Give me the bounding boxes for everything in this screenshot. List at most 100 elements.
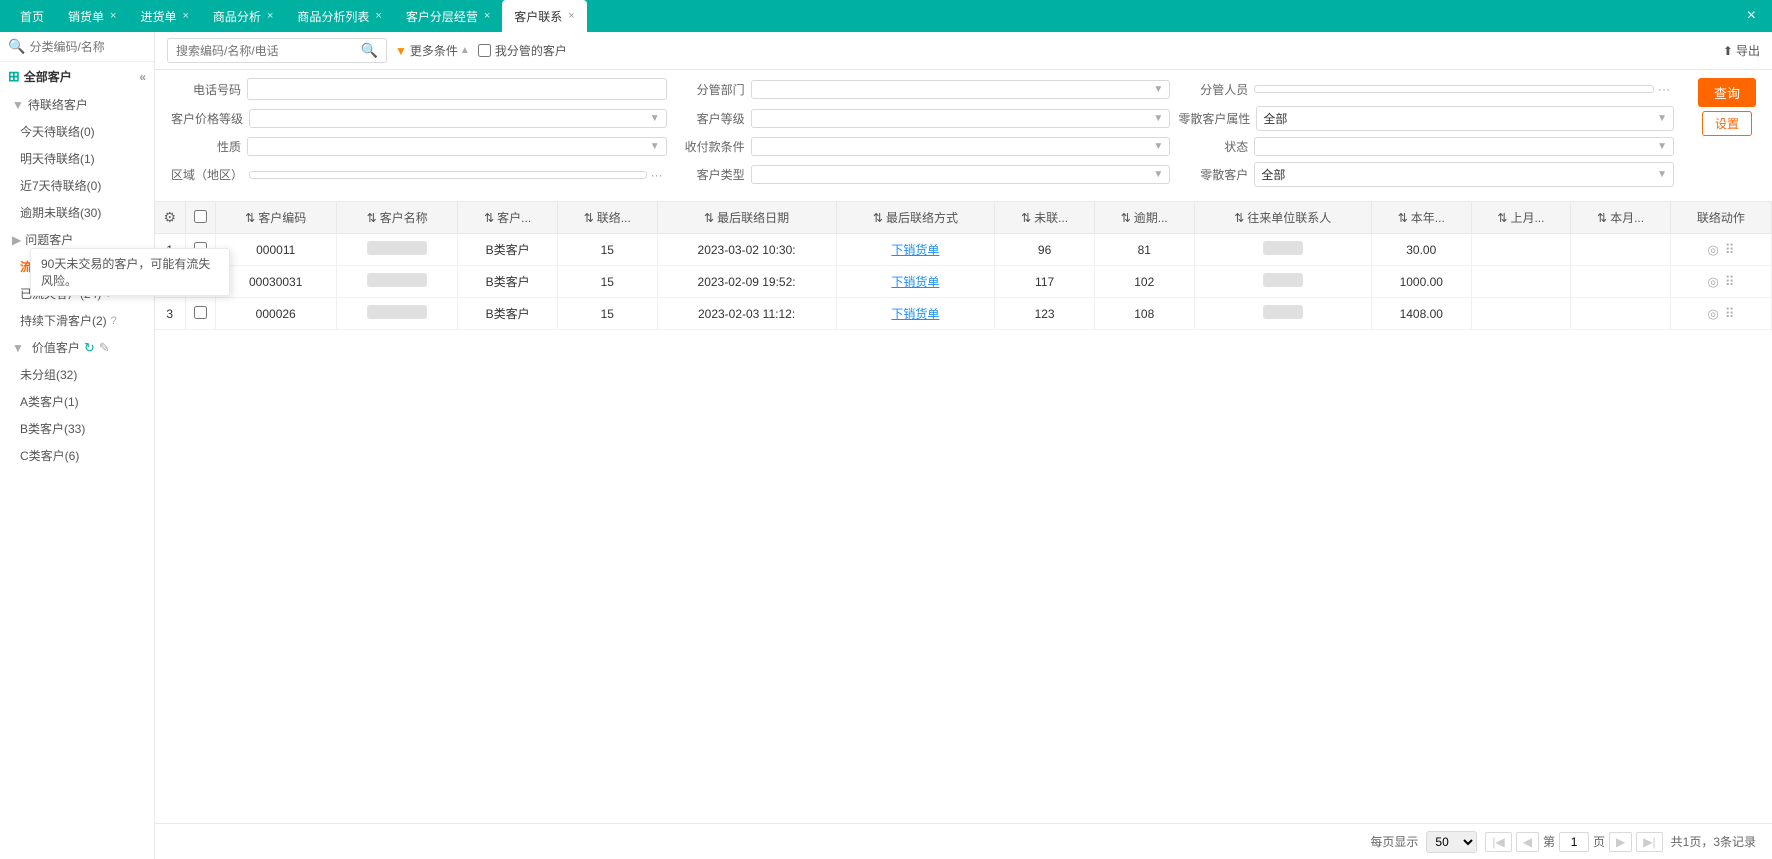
row-last-method-2[interactable]: 下销货单	[836, 298, 995, 330]
tab-product-analysis[interactable]: 商品分析 ×	[201, 0, 285, 32]
setting-btn[interactable]: 设置	[1702, 111, 1752, 136]
th-last-method[interactable]: ⇅最后联络方式	[836, 202, 995, 234]
sidebar-search-input[interactable]	[29, 40, 146, 54]
phone-input[interactable]	[247, 78, 667, 100]
refresh-icon[interactable]: ↻	[84, 340, 95, 356]
sidebar-item-declining[interactable]: 持续下滑客户(2) ?	[0, 307, 154, 334]
content-area: 🔍 ▼ 更多条件 ▲ 我分管的客户 ⬆ 导出	[155, 32, 1772, 859]
person-dots[interactable]: ···	[1654, 82, 1674, 96]
sidebar-item-class-c[interactable]: C类客户(6)	[0, 442, 154, 469]
row-year-amount-0: 30.00	[1371, 234, 1471, 266]
sidebar-item-today[interactable]: 今天待联络(0)	[0, 118, 154, 145]
price-grade-select[interactable]: ▼	[249, 109, 667, 128]
region-dots[interactable]: ···	[647, 168, 667, 182]
next-page-btn[interactable]: ▶	[1609, 832, 1632, 852]
th-unlinkdays[interactable]: ⇅未联...	[995, 202, 1095, 234]
query-btn[interactable]: 查询	[1698, 78, 1756, 107]
last-page-btn[interactable]: ▶|	[1636, 832, 1662, 852]
th-year-amount[interactable]: ⇅本年...	[1371, 202, 1471, 234]
my-customers-check[interactable]	[478, 44, 491, 57]
filter-cell-dept: 分管部门 ▼	[675, 80, 1171, 99]
sidebar-group-pending-title[interactable]: ▼ 待联络客户	[0, 91, 154, 118]
prev-page-btn[interactable]: ◀	[1516, 832, 1539, 852]
export-btn[interactable]: ⬆ 导出	[1723, 42, 1760, 59]
th-overdue[interactable]: ⇅逾期...	[1094, 202, 1194, 234]
sidebar-item-7days[interactable]: 近7天待联络(0)	[0, 172, 154, 199]
grid-icon: ⊞	[8, 68, 20, 85]
zero-cust-select[interactable]: 全部 ▼	[1254, 162, 1674, 187]
th-code[interactable]: ⇅客户编码	[215, 202, 336, 234]
my-customers-checkbox[interactable]: 我分管的客户	[478, 42, 567, 59]
question-icon-declining: ?	[111, 315, 117, 327]
tab-close-product-analysis[interactable]: ×	[267, 10, 273, 22]
status-select[interactable]: ▼	[1254, 137, 1674, 156]
th-last-date[interactable]: ⇅最后联络日期	[657, 202, 836, 234]
per-page-select[interactable]: 50 100 200	[1426, 831, 1477, 853]
dept-arrow-icon: ▼	[1153, 84, 1163, 95]
sort-icon2: ⇅	[367, 211, 377, 225]
tab-close-sales[interactable]: ×	[110, 10, 116, 22]
tab-purchase[interactable]: 进货单 ×	[128, 0, 200, 32]
tab-product-list[interactable]: 商品分析列表 ×	[285, 0, 393, 32]
row-action-2: ◎ ⠿	[1670, 298, 1771, 330]
row-this-month-1	[1571, 266, 1671, 298]
first-page-btn[interactable]: |◀	[1485, 832, 1511, 852]
price-grade-label: 客户价格等级	[171, 110, 243, 127]
sidebar-collapse-icon[interactable]: «	[139, 70, 146, 84]
dept-label: 分管部门	[675, 81, 745, 98]
tab-sales[interactable]: 销货单 ×	[56, 0, 128, 32]
tab-close-product-list[interactable]: ×	[375, 10, 381, 22]
row-last-method-1[interactable]: 下销货单	[836, 266, 995, 298]
row-name-0	[336, 234, 457, 266]
close-window-btn[interactable]: ×	[1739, 7, 1764, 25]
tab-close-purchase[interactable]: ×	[182, 10, 188, 22]
page-number-input[interactable]	[1559, 832, 1589, 852]
row-action-1: ◎ ⠿	[1670, 266, 1771, 298]
th-checkbox[interactable]	[185, 202, 215, 234]
filter-cell-cust-type: 客户类型 ▼	[675, 165, 1171, 184]
nature-select[interactable]: ▼	[247, 137, 667, 156]
sidebar-item-ungroup[interactable]: 未分组(32)	[0, 361, 154, 388]
th-this-month[interactable]: ⇅本月...	[1571, 202, 1671, 234]
sidebar-group-value-title[interactable]: ▼ 价值客户 ↻ ✎	[0, 334, 154, 361]
payment-select[interactable]: ▼	[751, 137, 1171, 156]
person-select[interactable]	[1254, 85, 1654, 93]
search-icon[interactable]: 🔍	[361, 42, 378, 59]
contact-icon-1[interactable]: ◎	[1708, 274, 1719, 290]
tab-close-customer-tier[interactable]: ×	[484, 10, 490, 22]
more-action-icon-2[interactable]: ⠿	[1725, 306, 1735, 322]
contact-icon-2[interactable]: ◎	[1708, 306, 1719, 322]
row-code-2: 000026	[215, 298, 336, 330]
th-settings[interactable]: ⚙	[155, 202, 185, 234]
tab-home[interactable]: 首页	[8, 0, 56, 32]
th-contact[interactable]: ⇅联络...	[557, 202, 657, 234]
contact-icon-0[interactable]: ◎	[1708, 242, 1719, 258]
th-last-month[interactable]: ⇅上月...	[1471, 202, 1571, 234]
sidebar-item-tomorrow[interactable]: 明天待联络(1)	[0, 145, 154, 172]
dept-select[interactable]: ▼	[751, 80, 1171, 99]
th-unit-contact[interactable]: ⇅往来单位联系人	[1194, 202, 1371, 234]
more-conditions-btn[interactable]: ▼ 更多条件 ▲	[395, 42, 470, 59]
edit-icon[interactable]: ✎	[99, 340, 110, 356]
th-name[interactable]: ⇅客户名称	[336, 202, 457, 234]
row-last-month-0	[1471, 234, 1571, 266]
th-cust-type[interactable]: ⇅客户...	[458, 202, 558, 234]
cust-type-select[interactable]: ▼	[751, 165, 1171, 184]
search-input[interactable]	[176, 44, 361, 58]
sidebar-item-class-a[interactable]: A类客户(1)	[0, 388, 154, 415]
zero-attr-select[interactable]: 全部 ▼	[1256, 106, 1674, 131]
cust-grade-select[interactable]: ▼	[751, 109, 1171, 128]
select-all-checkbox[interactable]	[194, 210, 207, 223]
sidebar-all-customers[interactable]: ⊞ 全部客户 «	[0, 62, 154, 91]
row-check-2[interactable]	[185, 298, 215, 330]
row-last-method-0[interactable]: 下销货单	[836, 234, 995, 266]
sidebar-item-class-b[interactable]: B类客户(33)	[0, 415, 154, 442]
settings-icon[interactable]: ⚙	[163, 209, 176, 225]
sidebar-item-overdue[interactable]: 逾期未联络(30)	[0, 199, 154, 226]
more-action-icon-0[interactable]: ⠿	[1725, 242, 1735, 258]
tab-customer-tier[interactable]: 客户分层经营 ×	[394, 0, 502, 32]
more-action-icon-1[interactable]: ⠿	[1725, 274, 1735, 290]
region-input[interactable]	[249, 171, 647, 179]
tab-close-customer-contact[interactable]: ×	[568, 10, 574, 22]
tab-customer-contact[interactable]: 客户联系 ×	[502, 0, 586, 32]
